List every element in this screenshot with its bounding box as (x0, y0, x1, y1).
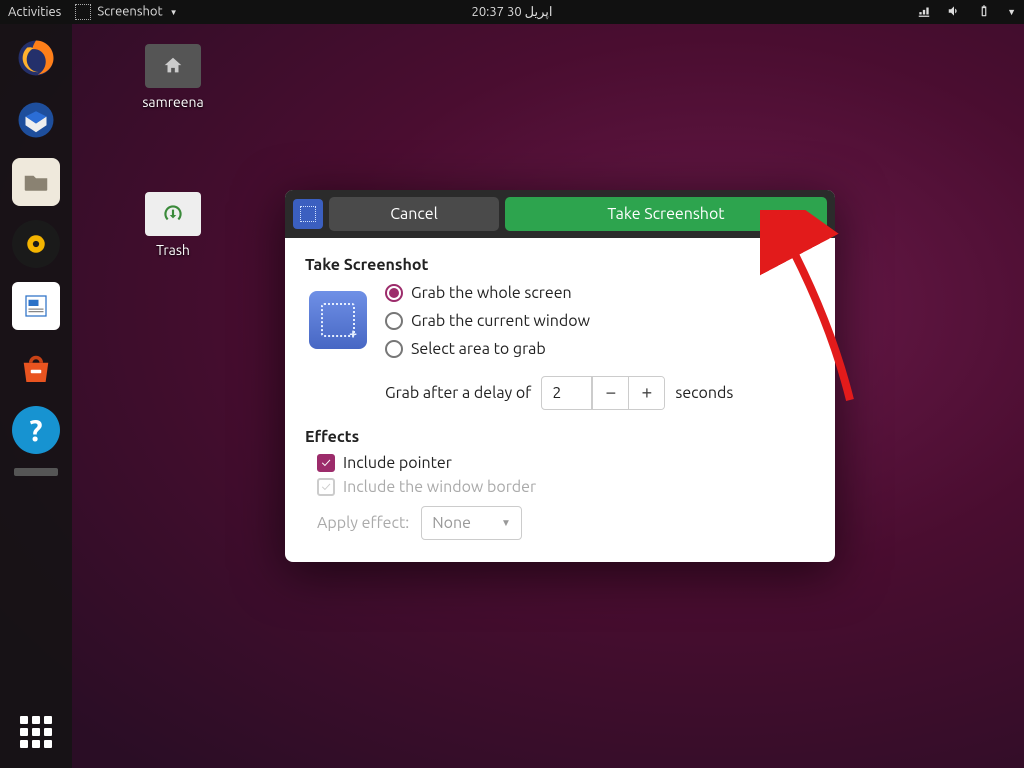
radio-icon (385, 312, 403, 330)
radio-label: Select area to grab (411, 340, 546, 358)
dialog-app-icon (293, 199, 323, 229)
delay-spinbox: 2 − + (541, 376, 665, 410)
help-icon[interactable]: ? (12, 406, 60, 454)
delay-pre-label: Grab after a delay of (385, 384, 531, 402)
dock: ? (0, 24, 72, 768)
trash-icon (145, 192, 201, 236)
libreoffice-writer-icon[interactable] (12, 282, 60, 330)
volume-icon[interactable] (947, 4, 961, 21)
checkbox-include-border: ✓ Include the window border (317, 478, 815, 496)
delay-plus-button[interactable]: + (628, 377, 664, 409)
section-title-take: Take Screenshot (305, 256, 815, 274)
minimized-app-indicator[interactable] (14, 468, 58, 476)
radio-select-area[interactable]: Select area to grab (385, 340, 590, 358)
checkbox-label: Include the window border (343, 478, 536, 496)
network-icon[interactable] (917, 4, 931, 21)
firefox-icon[interactable] (12, 34, 60, 82)
activities-button[interactable]: Activities (8, 5, 61, 19)
show-applications-icon[interactable] (20, 716, 52, 748)
delay-minus-button[interactable]: − (592, 377, 628, 409)
apply-effect-row: Apply effect: None ▼ (317, 506, 815, 540)
top-bar: Activities Screenshot 20:37 اپریل 30 ▼ (0, 0, 1024, 24)
checkbox-icon: ✓ (317, 478, 335, 496)
delay-row: Grab after a delay of 2 − + seconds (385, 376, 815, 410)
apply-effect-dropdown: None ▼ (421, 506, 522, 540)
files-icon[interactable] (12, 158, 60, 206)
checkbox-icon: ✓ (317, 454, 335, 472)
radio-label: Grab the whole screen (411, 284, 572, 302)
radio-whole-screen[interactable]: Grab the whole screen (385, 284, 590, 302)
take-screenshot-button[interactable]: Take Screenshot (505, 197, 827, 231)
home-folder[interactable]: samreena (128, 44, 218, 110)
grab-preview-icon (309, 291, 367, 349)
ubuntu-software-icon[interactable] (12, 344, 60, 392)
screenshot-app-icon (75, 4, 91, 20)
trash[interactable]: Trash (128, 192, 218, 258)
trash-label: Trash (128, 242, 218, 258)
clock[interactable]: 20:37 اپریل 30 (471, 5, 552, 20)
battery-icon[interactable] (977, 4, 991, 21)
radio-current-window[interactable]: Grab the current window (385, 312, 590, 330)
dialog-titlebar: Cancel Take Screenshot (285, 190, 835, 238)
radio-label: Grab the current window (411, 312, 590, 330)
chevron-down-icon: ▼ (501, 517, 511, 529)
delay-value[interactable]: 2 (542, 377, 592, 409)
radio-icon (385, 284, 403, 302)
active-app-indicator[interactable]: Screenshot (75, 4, 177, 20)
active-app-label: Screenshot (97, 4, 162, 18)
folder-icon (145, 44, 201, 88)
rhythmbox-icon[interactable] (12, 220, 60, 268)
cancel-button[interactable]: Cancel (329, 197, 499, 231)
dropdown-value: None (432, 514, 471, 532)
radio-icon (385, 340, 403, 358)
screenshot-dialog: Cancel Take Screenshot Take Screenshot G… (285, 190, 835, 562)
thunderbird-icon[interactable] (12, 96, 60, 144)
checkbox-label: Include pointer (343, 454, 452, 472)
checkbox-include-pointer[interactable]: ✓ Include pointer (317, 454, 815, 472)
apply-effect-label: Apply effect: (317, 514, 409, 532)
delay-post-label: seconds (675, 384, 733, 402)
system-menu-caret-icon[interactable]: ▼ (1007, 7, 1016, 17)
home-folder-label: samreena (128, 94, 218, 110)
section-title-effects: Effects (305, 428, 815, 446)
